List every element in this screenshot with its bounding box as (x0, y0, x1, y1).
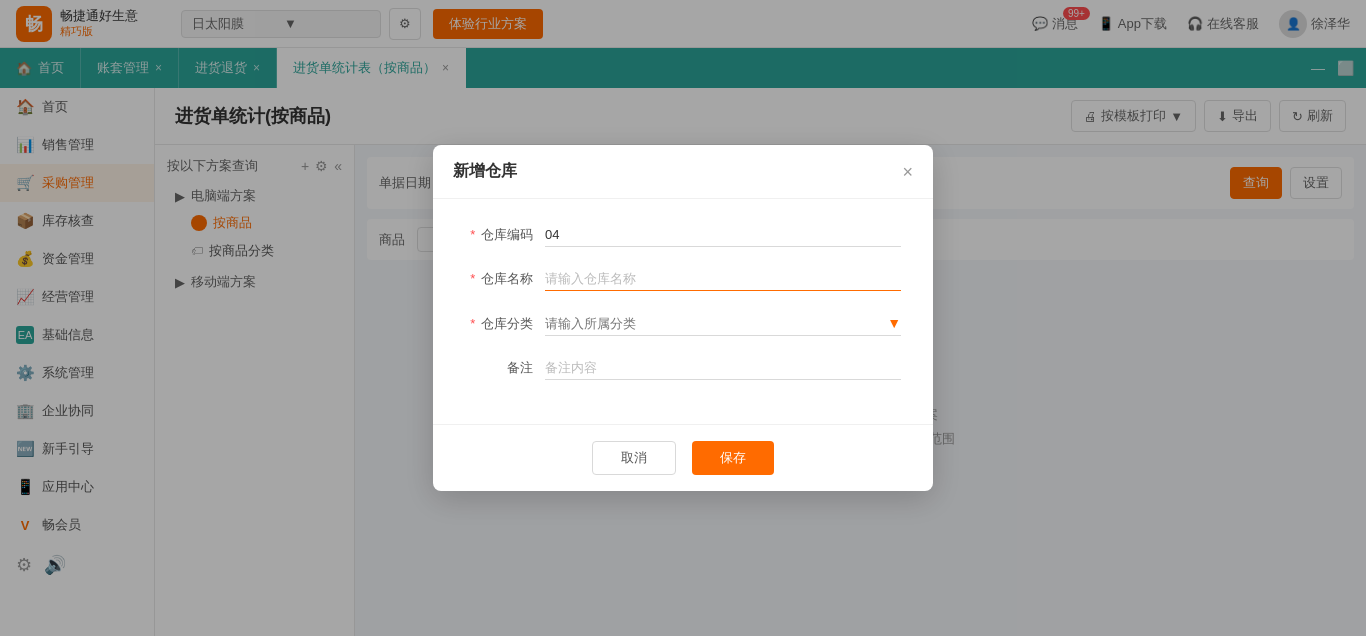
modal-footer: 取消 保存 (433, 424, 933, 491)
form-row-code: * 仓库编码 (465, 223, 901, 247)
category-input[interactable] (545, 316, 887, 331)
form-row-note: 备注 (465, 356, 901, 380)
required-mark-name: * (470, 271, 475, 286)
category-dropdown-icon[interactable]: ▼ (887, 315, 901, 331)
code-label: * 仓库编码 (465, 226, 545, 244)
modal-header: 新增仓库 × (433, 145, 933, 199)
cancel-button[interactable]: 取消 (592, 441, 676, 475)
form-row-category: * 仓库分类 ▼ (465, 311, 901, 336)
category-select-row: ▼ (545, 311, 901, 336)
code-input[interactable] (545, 223, 901, 247)
note-input[interactable] (545, 356, 901, 380)
required-mark-category: * (470, 316, 475, 331)
add-warehouse-modal: 新增仓库 × * 仓库编码 * 仓库名称 (433, 145, 933, 491)
category-label: * 仓库分类 (465, 315, 545, 333)
form-row-name: * 仓库名称 (465, 267, 901, 291)
modal-close-btn[interactable]: × (902, 163, 913, 181)
required-mark-code: * (470, 227, 475, 242)
save-button[interactable]: 保存 (692, 441, 774, 475)
modal-overlay[interactable]: 新增仓库 × * 仓库编码 * 仓库名称 (0, 0, 1366, 636)
modal-title: 新增仓库 (453, 161, 517, 182)
modal-body: * 仓库编码 * 仓库名称 * 仓库分类 (433, 199, 933, 424)
note-label: 备注 (465, 359, 545, 377)
name-label: * 仓库名称 (465, 270, 545, 288)
name-input[interactable] (545, 267, 901, 291)
